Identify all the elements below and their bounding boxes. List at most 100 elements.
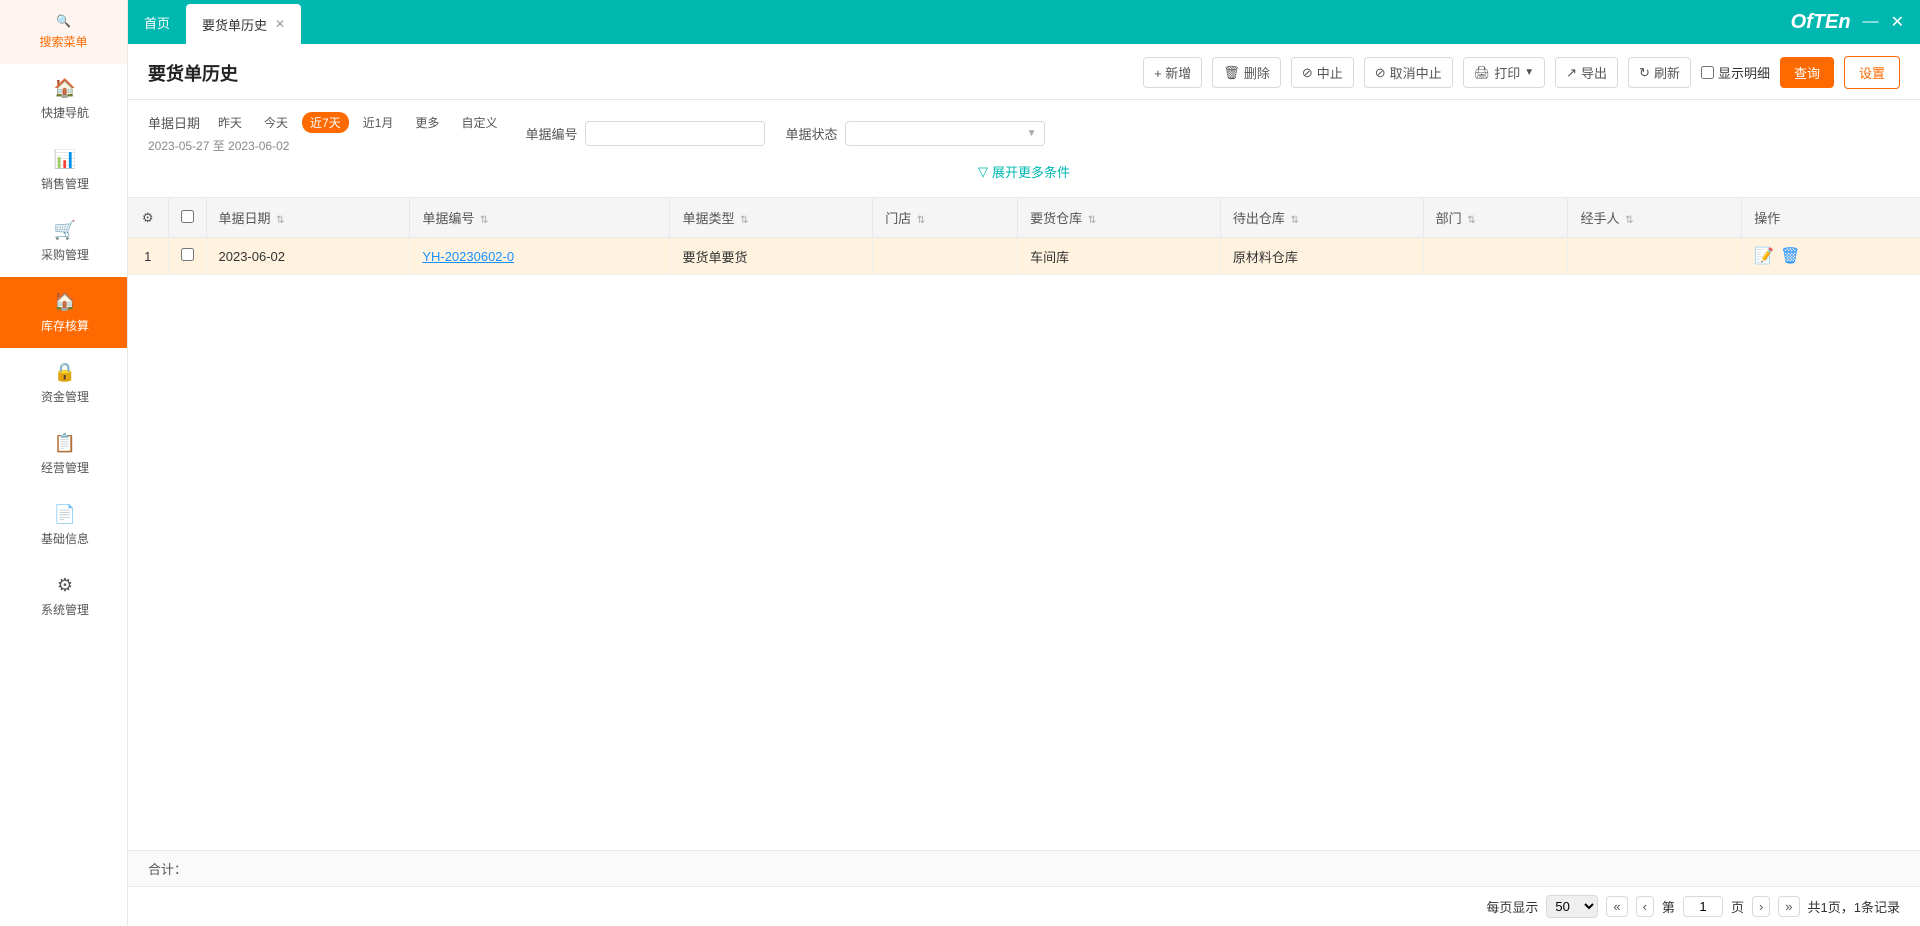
sidebar-item-system[interactable]: ⚙ 系统管理 (0, 561, 127, 632)
brand-logo: OfTEn (1791, 11, 1851, 34)
per-page-select[interactable]: 50 10 20 100 (1546, 895, 1598, 918)
settings-button[interactable]: 设置 (1844, 56, 1900, 89)
date-pills: 昨天 今天 近7天 近1月 更多 自定义 (210, 112, 505, 133)
export-label: 导出 (1581, 63, 1607, 82)
date-pill-1month[interactable]: 近1月 (355, 112, 402, 133)
home-icon: 🏠 (54, 78, 76, 99)
cancel-stop-button[interactable]: ⊘ 取消中止 (1364, 57, 1453, 88)
col-action: 操作 (1742, 198, 1920, 238)
per-page-label: 每页显示 (1486, 897, 1538, 916)
action-icons: 📝 🗑 (1754, 246, 1908, 266)
inventory-icon: 🏠 (54, 291, 76, 312)
print-button[interactable]: 🖨 打印 ▼ (1463, 57, 1545, 88)
minimize-icon[interactable]: — (1863, 13, 1879, 31)
expand-more-btn[interactable]: ▽ 展开更多条件 (148, 158, 1900, 185)
sidebar-item-operations[interactable]: 📋 经营管理 (0, 419, 127, 490)
refresh-button[interactable]: ↻ 刷新 (1628, 57, 1691, 88)
refresh-icon: ↻ (1639, 65, 1650, 81)
date-pill-today[interactable]: 今天 (256, 112, 296, 133)
search-icon: 🔍 (56, 14, 71, 28)
settings-col-icon[interactable]: ⚙ (142, 210, 154, 225)
order-no-input[interactable] (585, 121, 765, 146)
chart-icon: 📊 (54, 149, 76, 170)
select-all-checkbox[interactable] (181, 210, 194, 223)
tab-home-label: 首页 (144, 13, 170, 32)
sidebar-item-label: 搜索菜单 (39, 33, 87, 50)
date-range-display: 2023-05-27 至 2023-06-02 (148, 137, 505, 154)
table-area: ⚙ 单据日期 ⇅ 单据编号 ⇅ 单据类型 ⇅ (128, 198, 1920, 850)
col-department: 部门 ⇅ (1423, 198, 1568, 238)
sidebar-item-inventory[interactable]: 🏠 库存核算 (0, 277, 127, 348)
stop-icon: ⊘ (1302, 65, 1313, 81)
page-input[interactable] (1683, 896, 1723, 917)
display-detail-label: 显示明细 (1718, 63, 1770, 82)
sidebar-item-label: 快捷导航 (41, 104, 89, 121)
col-req-warehouse: 要货仓库 ⇅ (1018, 198, 1221, 238)
cell-department (1423, 238, 1568, 275)
sort-icon: ⇅ (917, 215, 925, 226)
table-row: 1 2023-06-02 YH-20230602-0 要货单要货 车间库 原材料… (128, 238, 1920, 275)
sidebar-item-purchase[interactable]: 🛒 采购管理 (0, 206, 127, 277)
sort-icon: ⇅ (1467, 215, 1475, 226)
table-header-row: ⚙ 单据日期 ⇅ 单据编号 ⇅ 单据类型 ⇅ (128, 198, 1920, 238)
next-page-button[interactable]: › (1752, 896, 1770, 917)
cell-store (873, 238, 1018, 275)
date-pill-custom[interactable]: 自定义 (453, 112, 505, 133)
delete-button[interactable]: 🗑 删除 (1212, 57, 1281, 88)
sidebar-item-search-menu[interactable]: 🔍 搜索菜单 (0, 0, 127, 64)
prev-page-button[interactable]: ‹ (1636, 896, 1654, 917)
sidebar-item-label: 经营管理 (41, 459, 89, 476)
main-area: 首页 要货单历史 ✕ OfTEn — ✕ 要货单历史 + 新增 🗑 删除 (128, 0, 1920, 926)
query-button[interactable]: 查询 (1780, 57, 1834, 88)
export-button[interactable]: ↗ 导出 (1555, 57, 1618, 88)
edit-icon[interactable]: 📝 (1754, 246, 1774, 266)
last-page-button[interactable]: » (1778, 896, 1799, 917)
cart-icon: 🛒 (54, 220, 76, 241)
display-detail-checkbox[interactable] (1701, 66, 1714, 79)
date-pill-more[interactable]: 更多 (407, 112, 447, 133)
status-select-wrapper[interactable]: ▼ (845, 121, 1045, 146)
cell-handler (1568, 238, 1742, 275)
tab-order-history-label: 要货单历史 (202, 15, 267, 34)
sidebar-item-label: 采购管理 (41, 246, 89, 263)
col-checkbox (168, 198, 206, 238)
cell-req-warehouse: 车间库 (1018, 238, 1221, 275)
total-records-label: 共1页，1条记录 (1808, 897, 1900, 916)
new-button[interactable]: + 新增 (1143, 57, 1202, 88)
delete-label: 删除 (1244, 63, 1270, 82)
sidebar-item-label: 库存核算 (41, 317, 89, 334)
tab-close-icon[interactable]: ✕ (275, 17, 285, 31)
cell-order-date: 2023-06-02 (206, 238, 410, 275)
stop-button[interactable]: ⊘ 中止 (1291, 57, 1354, 88)
data-table: ⚙ 单据日期 ⇅ 单据编号 ⇅ 单据类型 ⇅ (128, 198, 1920, 275)
order-no-link[interactable]: YH-20230602-0 (422, 249, 514, 264)
sidebar-item-quick-nav[interactable]: 🏠 快捷导航 (0, 64, 127, 135)
sidebar-item-finance[interactable]: 🔒 资金管理 (0, 348, 127, 419)
page-suffix: 页 (1731, 897, 1744, 916)
sidebar-item-sales[interactable]: 📊 销售管理 (0, 135, 127, 206)
first-page-button[interactable]: « (1606, 896, 1627, 917)
tab-home[interactable]: 首页 (128, 0, 186, 44)
query-label: 查询 (1794, 66, 1820, 81)
row-checkbox[interactable] (181, 248, 194, 261)
date-pill-yesterday[interactable]: 昨天 (210, 112, 250, 133)
display-detail-toggle[interactable]: 显示明细 (1701, 63, 1770, 82)
status-select[interactable] (854, 126, 1022, 141)
close-window-icon[interactable]: ✕ (1891, 12, 1904, 32)
doc-icon: 📄 (54, 504, 76, 525)
sidebar-item-base-info[interactable]: 📄 基础信息 (0, 490, 127, 561)
order-no-label: 单据编号 (525, 124, 577, 143)
col-order-no: 单据编号 ⇅ (410, 198, 670, 238)
print-dropdown-icon: ▼ (1524, 67, 1534, 78)
row-checkbox-cell[interactable] (168, 238, 206, 275)
row-num: 1 (128, 238, 168, 275)
toolbar: + 新增 🗑 删除 ⊘ 中止 ⊘ 取消中止 🖨 打印 ▼ (1143, 56, 1900, 89)
date-pill-7days[interactable]: 近7天 (302, 112, 349, 133)
sidebar-item-label: 基础信息 (41, 530, 89, 547)
chevron-down-icon: ▼ (1027, 128, 1037, 139)
lock-icon: 🔒 (54, 362, 76, 383)
col-pending-warehouse: 待出仓库 ⇅ (1220, 198, 1423, 238)
delete-row-icon[interactable]: 🗑 (1780, 246, 1800, 266)
tab-order-history[interactable]: 要货单历史 ✕ (186, 4, 301, 44)
cell-order-no[interactable]: YH-20230602-0 (410, 238, 670, 275)
